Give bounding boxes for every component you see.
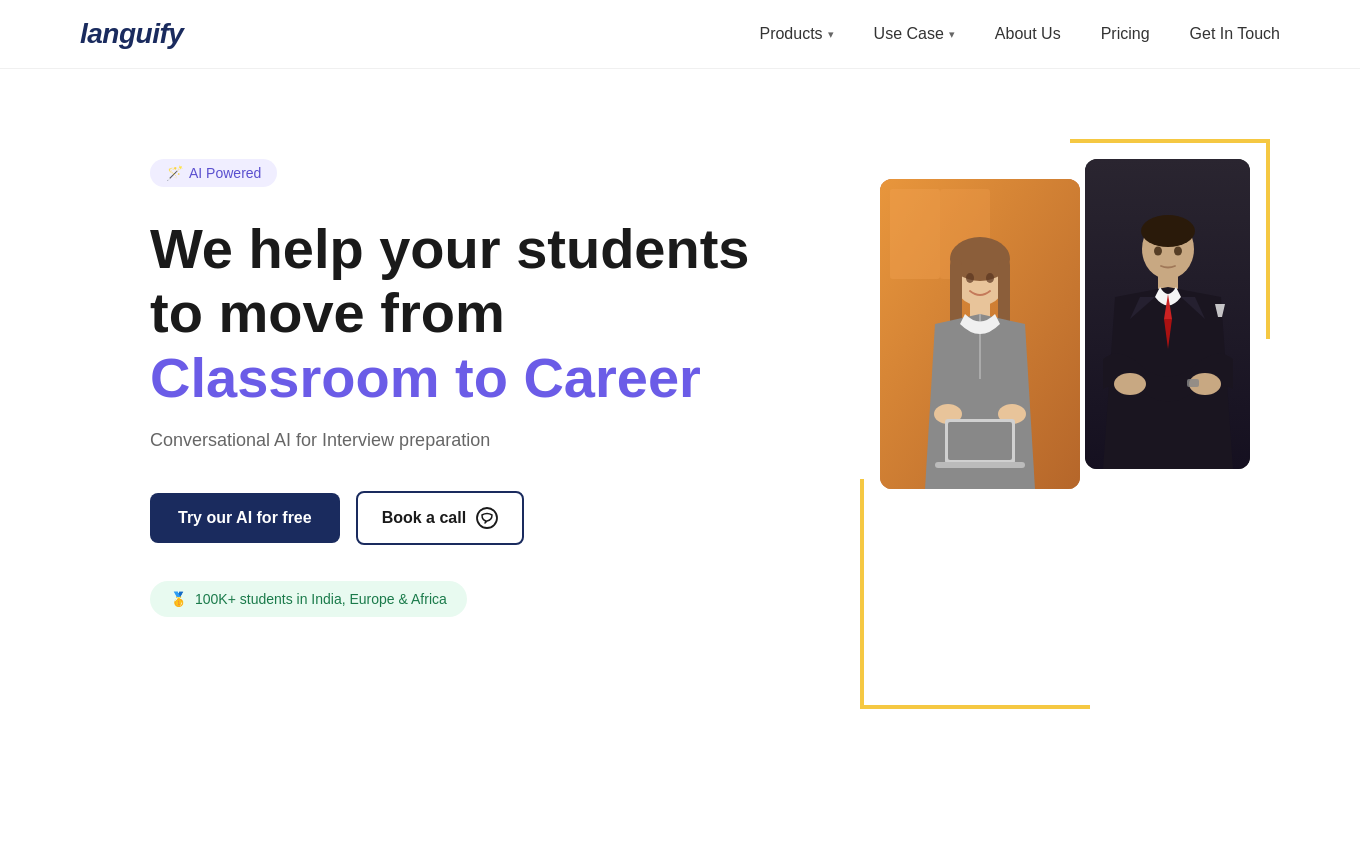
book-call-label: Book a call	[382, 509, 466, 527]
book-call-button[interactable]: Book a call	[356, 491, 524, 545]
try-ai-label: Try our AI for free	[178, 509, 312, 526]
person-card-2	[1085, 159, 1250, 469]
ai-powered-badge: 🪄 AI Powered	[150, 159, 277, 187]
svg-rect-16	[935, 462, 1025, 468]
chevron-down-icon: ▾	[949, 28, 955, 41]
chevron-down-icon: ▾	[828, 28, 834, 41]
logo[interactable]: languify	[80, 18, 183, 50]
nav-links: Products ▾ Use Case ▾ About Us Pricing G…	[759, 25, 1280, 43]
yellow-border-bottom-decoration	[860, 479, 1090, 709]
badge-text: AI Powered	[189, 165, 261, 181]
hero-title-part1: We help your students to move from	[150, 217, 749, 344]
nav-item-aboutus[interactable]: About Us	[995, 25, 1061, 43]
nav-getintouch-label: Get In Touch	[1190, 25, 1280, 42]
hero-content-left: 🪄 AI Powered We help your students to mo…	[150, 129, 750, 617]
nav-pricing-label: Pricing	[1101, 25, 1150, 43]
hero-image-right	[860, 149, 1280, 709]
hero-title-highlight: Classroom to Career	[150, 346, 701, 409]
svg-point-23	[1114, 373, 1146, 395]
svg-rect-25	[1187, 379, 1199, 387]
hero-subtitle: Conversational AI for Interview preparat…	[150, 430, 750, 451]
students-emoji: 🥇	[170, 591, 187, 607]
students-badge: 🥇 100K+ students in India, Europe & Afri…	[150, 581, 467, 617]
svg-point-0	[477, 508, 497, 528]
nav-item-getintouch[interactable]: Get In Touch	[1190, 25, 1280, 43]
badge-emoji: 🪄	[166, 165, 183, 181]
chat-icon	[476, 507, 498, 529]
svg-rect-15	[948, 422, 1012, 460]
svg-point-19	[1141, 215, 1195, 247]
person-card-1	[880, 179, 1080, 489]
cta-buttons: Try our AI for free Book a call	[150, 491, 750, 545]
svg-point-20	[1154, 247, 1162, 256]
nav-usecase-label: Use Case	[874, 25, 944, 43]
nav-item-pricing[interactable]: Pricing	[1101, 25, 1150, 43]
hero-section: 🪄 AI Powered We help your students to mo…	[0, 69, 1360, 809]
svg-point-9	[966, 273, 974, 283]
nav-item-usecase[interactable]: Use Case ▾	[874, 25, 955, 43]
navbar: languify Products ▾ Use Case ▾ About Us …	[0, 0, 1360, 69]
nav-products-label: Products	[759, 25, 822, 43]
svg-point-10	[986, 273, 994, 283]
hero-title: We help your students to move from Class…	[150, 217, 750, 410]
try-ai-button[interactable]: Try our AI for free	[150, 493, 340, 543]
students-text: 100K+ students in India, Europe & Africa	[195, 591, 447, 607]
nav-aboutus-label: About Us	[995, 25, 1061, 43]
logo-text: languify	[80, 18, 183, 49]
nav-item-products[interactable]: Products ▾	[759, 25, 833, 43]
svg-rect-3	[890, 189, 940, 279]
svg-point-21	[1174, 247, 1182, 256]
